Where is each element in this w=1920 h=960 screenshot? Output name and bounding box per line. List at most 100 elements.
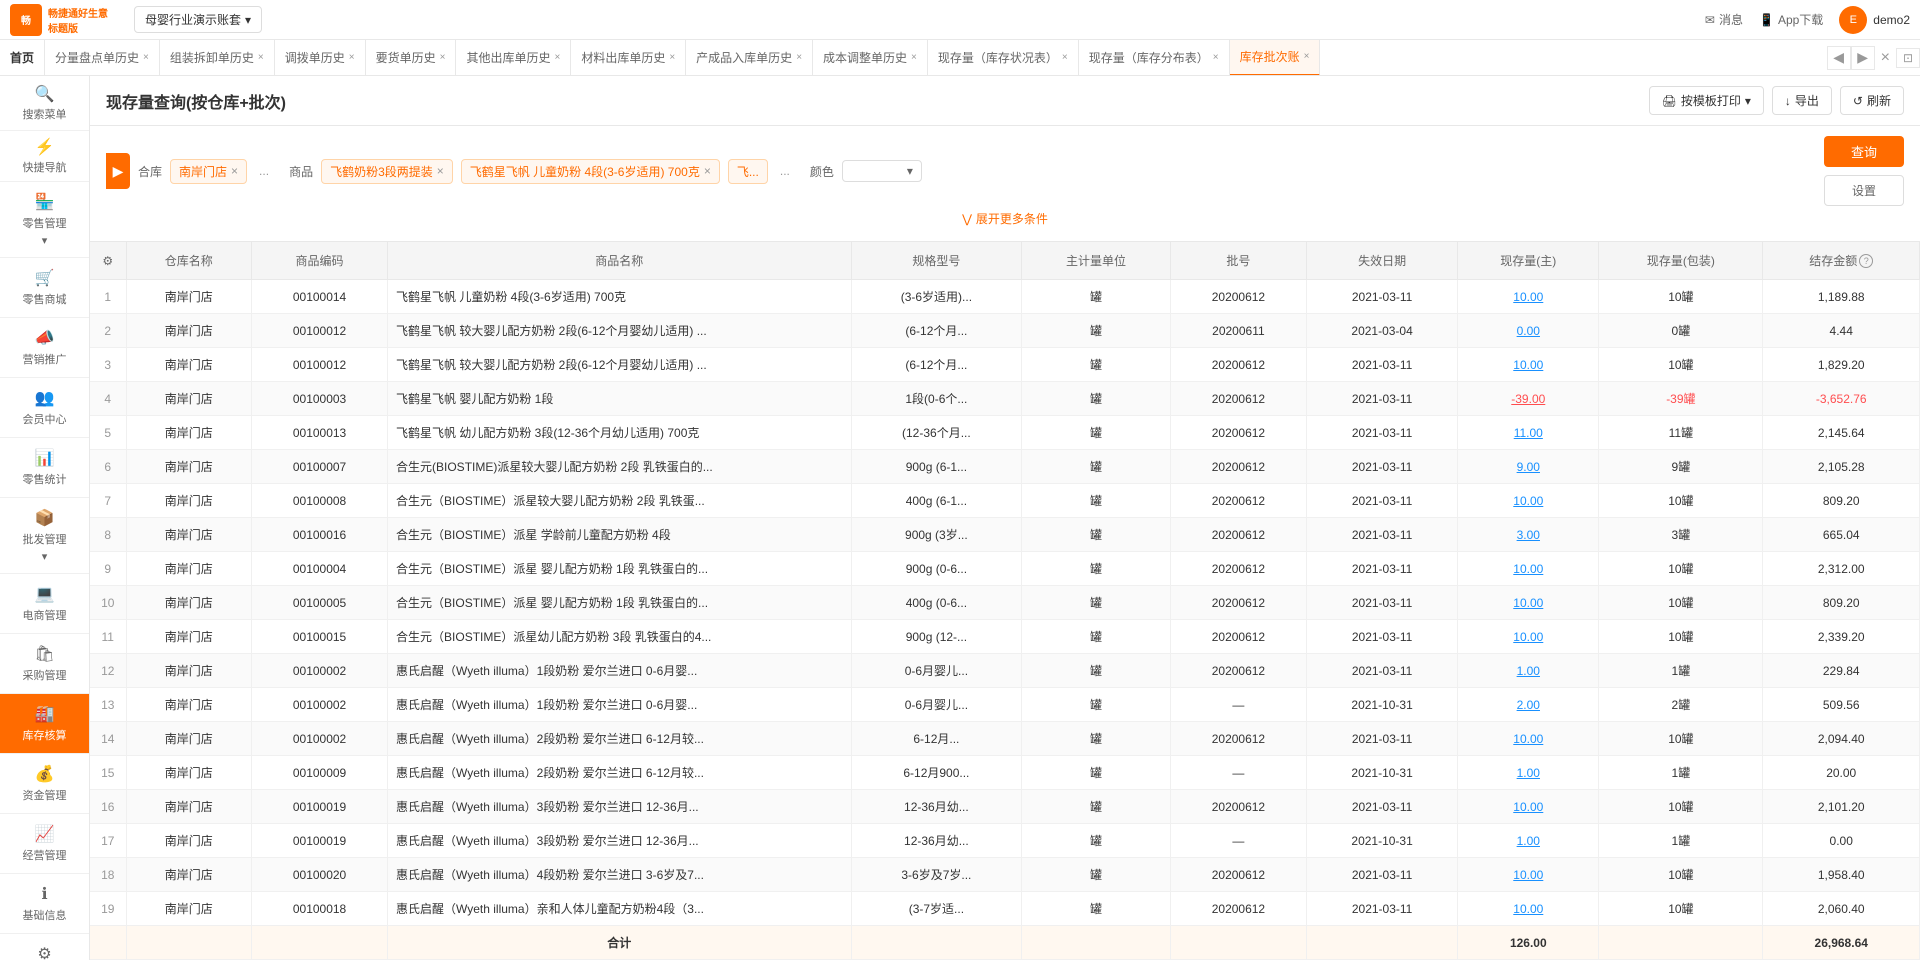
sidebar-item-operations[interactable]: 📈 经营管理: [0, 814, 89, 874]
th-settings[interactable]: ⚙: [90, 242, 126, 280]
sidebar-item-ecommerce[interactable]: 💻 电商管理: [0, 574, 89, 634]
sidebar-item-purchase[interactable]: 🛍 采购管理: [0, 634, 89, 694]
close-icon[interactable]: ×: [911, 52, 917, 63]
sidebar-item-marketing[interactable]: 📣 营销推广: [0, 318, 89, 378]
sidebar-item-retail-mgmt[interactable]: 🏪 零售管理 ▾: [0, 182, 89, 258]
message-button[interactable]: ✉ 消息: [1705, 11, 1743, 28]
warehouse-arrow: ▾: [245, 13, 251, 27]
cell-stock-main[interactable]: 1.00: [1458, 654, 1599, 688]
sidebar-item-retail-stats[interactable]: 📊 零售统计: [0, 438, 89, 498]
product-filter-tag-more[interactable]: 飞...: [728, 159, 768, 184]
close-icon[interactable]: ×: [349, 52, 355, 63]
expand-conditions-button[interactable]: ⋁ 展开更多条件: [962, 210, 1048, 227]
export-button[interactable]: ↓ 导出: [1772, 86, 1832, 115]
nav-close-all-button[interactable]: ×: [1875, 49, 1896, 67]
cell-expire: 2021-03-11: [1306, 620, 1457, 654]
close-icon[interactable]: ×: [143, 52, 149, 63]
close-icon[interactable]: ×: [440, 52, 446, 63]
color-filter-input[interactable]: ▾: [842, 160, 922, 182]
warehouse-selector[interactable]: 母婴行业演示账套 ▾: [134, 6, 262, 33]
tab-split-inventory[interactable]: 分量盘点单历史 ×: [45, 40, 160, 76]
cell-batch: 20200612: [1170, 382, 1306, 416]
cell-stock-main[interactable]: 10.00: [1458, 858, 1599, 892]
nav-next-button[interactable]: ▶: [1851, 46, 1875, 70]
refresh-button[interactable]: ↺ 刷新: [1840, 86, 1904, 115]
quick-nav-icon: ⚡: [35, 137, 55, 157]
product-more-button[interactable]: ...: [776, 164, 794, 178]
sidebar-item-search[interactable]: 🔍 搜索菜单: [0, 76, 89, 131]
cell-stock-main[interactable]: 10.00: [1458, 552, 1599, 586]
tab-stock-status[interactable]: 现存量（库存状况表） ×: [928, 40, 1079, 76]
tab-other-out[interactable]: 其他出库单历史 ×: [456, 40, 571, 76]
sidebar-item-retail-shop[interactable]: 🛒 零售商城: [0, 258, 89, 318]
cell-batch: 20200612: [1170, 790, 1306, 824]
table-row: 19 南岸门店 00100018 惠氏启醒（Wyeth illuma）亲和人体儿…: [90, 892, 1920, 926]
cell-stock-main[interactable]: 10.00: [1458, 484, 1599, 518]
sidebar-item-member[interactable]: 👥 会员中心: [0, 378, 89, 438]
cell-code: 00100002: [252, 722, 388, 756]
cell-stock-main[interactable]: 10.00: [1458, 620, 1599, 654]
cell-stock-main[interactable]: 10.00: [1458, 280, 1599, 314]
print-button[interactable]: 🖨 按模板打印 ▾: [1649, 86, 1764, 115]
expand-arrow-icon: ▾: [42, 550, 48, 563]
tab-requisition[interactable]: 要货单历史 ×: [366, 40, 457, 76]
nav-expand-button[interactable]: ⊡: [1896, 48, 1920, 68]
nav-prev-button[interactable]: ◀: [1827, 46, 1851, 70]
query-button[interactable]: 查询: [1824, 136, 1904, 167]
app-download-button[interactable]: 📱 App下载: [1759, 11, 1823, 28]
close-icon[interactable]: ×: [669, 52, 675, 63]
tab-transfer[interactable]: 调拨单历史 ×: [275, 40, 366, 76]
sidebar-item-finance[interactable]: 💰 资金管理: [0, 754, 89, 814]
cell-stock-main[interactable]: 10.00: [1458, 586, 1599, 620]
cell-stock-main[interactable]: 11.00: [1458, 416, 1599, 450]
product-filter-tag-1[interactable]: 飞鹤奶粉3段两提装 ×: [321, 159, 453, 184]
tab-stock-dist[interactable]: 现存量（库存分布表） ×: [1079, 40, 1230, 76]
sidebar-item-inventory[interactable]: 🏭 库存核算: [0, 694, 89, 754]
cell-stock-main[interactable]: 9.00: [1458, 450, 1599, 484]
cell-stock-main[interactable]: 2.00: [1458, 688, 1599, 722]
cell-stock-main[interactable]: 1.00: [1458, 824, 1599, 858]
cell-stock-main[interactable]: 10.00: [1458, 790, 1599, 824]
tab-disassemble[interactable]: 组装拆卸单历史 ×: [160, 40, 275, 76]
cell-stock-main[interactable]: 3.00: [1458, 518, 1599, 552]
sidebar-item-wholesale[interactable]: 📦 批发管理 ▾: [0, 498, 89, 574]
tab-batch-account[interactable]: 库存批次账 ×: [1230, 40, 1321, 76]
cell-stock-pkg: 10罐: [1599, 348, 1763, 382]
cell-spec: 0-6月婴儿...: [851, 654, 1022, 688]
settings-button[interactable]: 设置: [1824, 175, 1904, 206]
remove-product-1-button[interactable]: ×: [437, 164, 444, 178]
expand-conditions-row: ⋁ 展开更多条件: [106, 206, 1904, 231]
close-icon[interactable]: ×: [796, 52, 802, 63]
close-icon[interactable]: ×: [554, 52, 560, 63]
cell-name: 惠氏启醒（Wyeth illuma）3段奶粉 爱尔兰进口 12-36月...: [388, 824, 852, 858]
tab-home[interactable]: 首页: [0, 40, 45, 76]
close-icon[interactable]: ×: [258, 52, 264, 63]
cell-stock-main[interactable]: 0.00: [1458, 314, 1599, 348]
close-icon[interactable]: ×: [1062, 52, 1068, 63]
remove-warehouse-button[interactable]: ×: [231, 164, 238, 178]
cell-stock-main[interactable]: 10.00: [1458, 348, 1599, 382]
tab-cost-adjust[interactable]: 成本调整单历史 ×: [813, 40, 928, 76]
close-icon[interactable]: ×: [1213, 52, 1219, 63]
amount-info-icon[interactable]: ?: [1859, 254, 1873, 268]
cell-stock-main[interactable]: 10.00: [1458, 892, 1599, 926]
tab-product-in[interactable]: 产成品入库单历史 ×: [686, 40, 813, 76]
th-code: 商品编码: [252, 242, 388, 280]
sidebar-item-basic-info[interactable]: ℹ 基础信息: [0, 874, 89, 934]
sidebar-item-quick-nav[interactable]: ⚡ 快捷导航: [0, 131, 89, 182]
cell-stock-main[interactable]: -39.00: [1458, 382, 1599, 416]
close-icon[interactable]: ×: [1304, 51, 1310, 62]
tab-material-out[interactable]: 材料出库单历史 ×: [571, 40, 686, 76]
remove-product-2-button[interactable]: ×: [704, 164, 711, 178]
sidebar-item-sys-mgmt[interactable]: ⚙ 系统管理: [0, 934, 89, 960]
total-empty-4: [851, 926, 1022, 960]
cell-stock-main[interactable]: 1.00: [1458, 756, 1599, 790]
cell-stock-main[interactable]: 10.00: [1458, 722, 1599, 756]
warehouse-more-button[interactable]: ...: [255, 164, 273, 178]
cell-code: 00100018: [252, 892, 388, 926]
nav-arrows: ◀ ▶ × ⊡: [1827, 46, 1920, 70]
th-unit: 主计量单位: [1022, 242, 1171, 280]
warehouse-filter-tag[interactable]: 南岸门店 ×: [170, 159, 247, 184]
product-filter-tag-2[interactable]: 飞鹤星飞帆 儿童奶粉 4段(3-6岁适用) 700克 ×: [461, 159, 720, 184]
filter-expand-button[interactable]: ▶: [106, 153, 130, 189]
